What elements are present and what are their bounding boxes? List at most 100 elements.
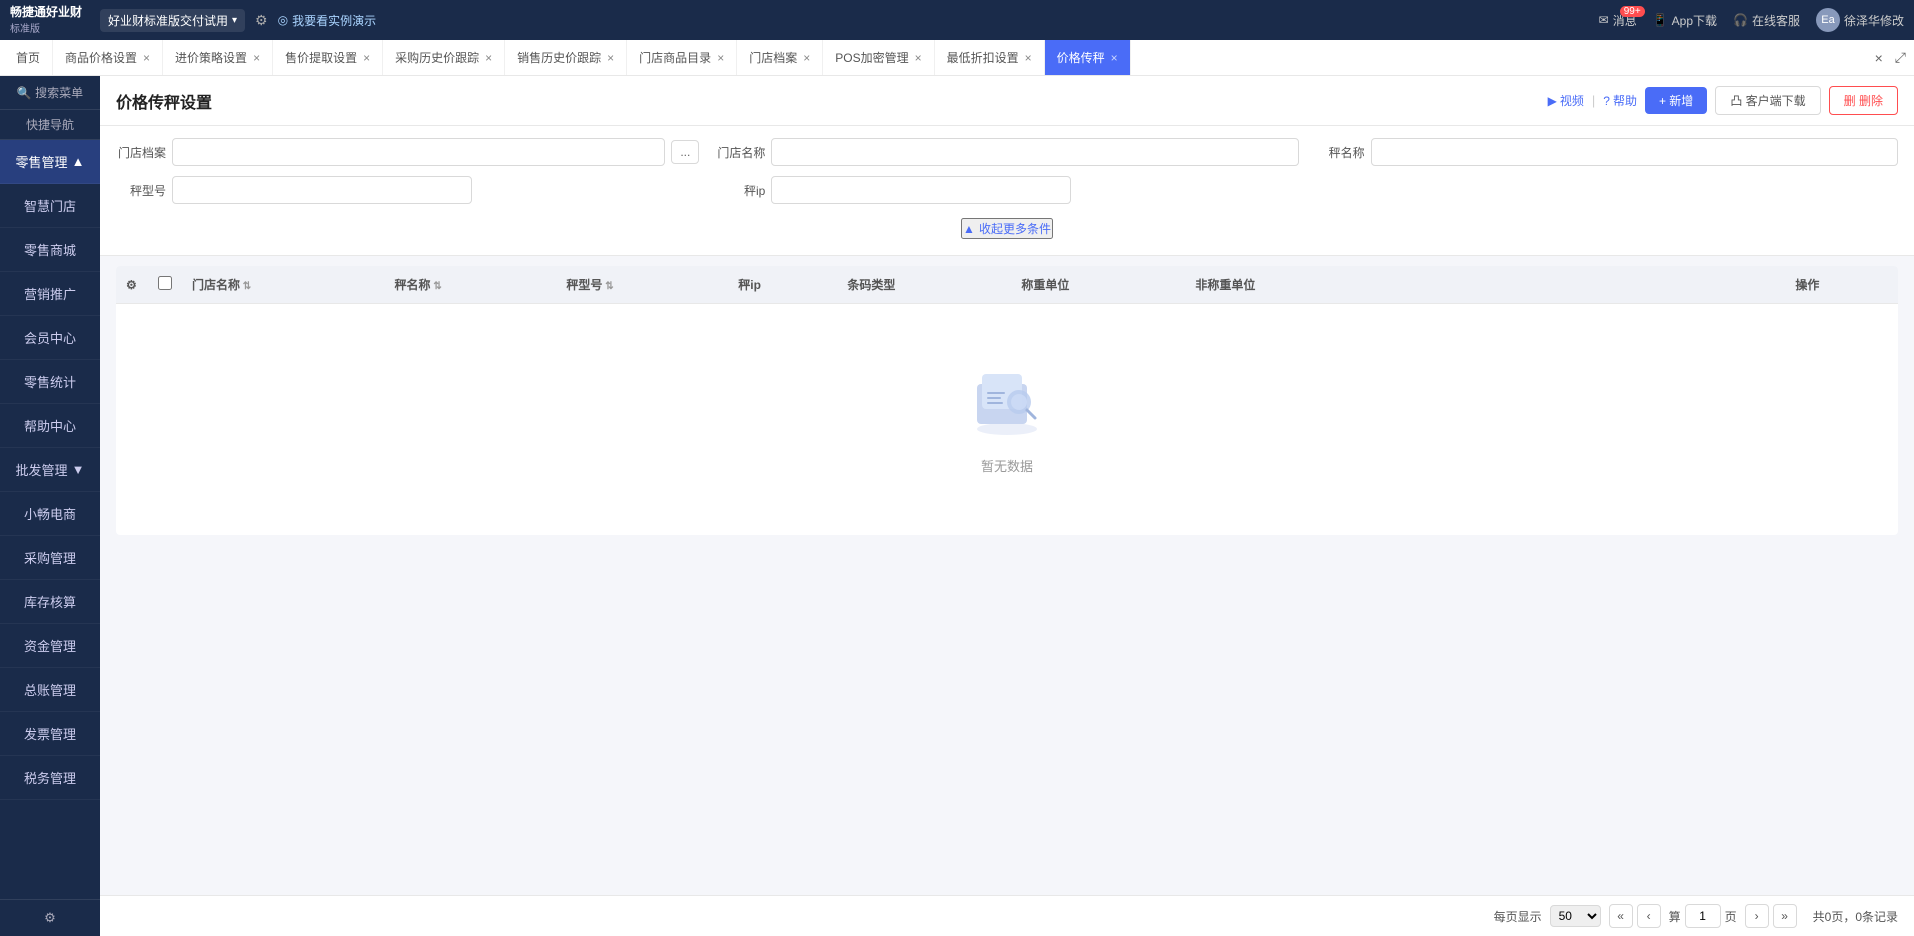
sidebar-item-finance[interactable]: 资金管理	[0, 624, 100, 668]
delete-button[interactable]: 删 删除	[1829, 86, 1898, 115]
prev-page-btn[interactable]: ‹	[1637, 904, 1661, 928]
collapse-btn[interactable]: ▲ 收起更多条件	[961, 218, 1053, 239]
table-header-row: ⚙ 门店名称 秤名称 秤型号 秤ip 条码类型 称重单位 非称重单位 操作	[116, 266, 1898, 304]
sidebar-item-retail-mall-label: 零售商城	[24, 243, 76, 258]
close-icon[interactable]: ×	[607, 51, 614, 65]
select-all-checkbox[interactable]	[158, 276, 172, 290]
close-icon[interactable]: ×	[1025, 51, 1032, 65]
store-archive-picker-btn[interactable]: ...	[671, 140, 699, 164]
download-button[interactable]: 凸 客户端下载	[1715, 86, 1820, 115]
delete-label: 删 删除	[1844, 92, 1883, 109]
per-page-select[interactable]: 50 10 20 100	[1550, 905, 1601, 927]
messages-btn[interactable]: ✉ 消息 99+	[1599, 12, 1637, 29]
app-download-btn[interactable]: 📱 App下载	[1653, 12, 1717, 29]
close-icon[interactable]: ×	[915, 51, 922, 65]
th-checkbox[interactable]	[148, 266, 182, 304]
separator: |	[1592, 93, 1595, 108]
close-icon[interactable]: ×	[143, 51, 150, 65]
tab-price-scale[interactable]: 价格传秤 ×	[1045, 40, 1131, 76]
tab-home[interactable]: 首页	[4, 40, 53, 76]
collapse-label: 收起更多条件	[979, 220, 1051, 237]
help-icon: ?	[1603, 94, 1610, 108]
close-tab-btn[interactable]: ×	[1871, 46, 1887, 70]
total-info: 共0页，0条记录	[1813, 908, 1898, 925]
page-input[interactable]	[1685, 904, 1721, 928]
page-info: 算 页	[1669, 904, 1737, 928]
last-page-btn[interactable]: »	[1773, 904, 1797, 928]
tab-product-price-label: 商品价格设置	[65, 49, 137, 66]
sidebar-item-help[interactable]: 帮助中心	[0, 404, 100, 448]
store-name-field: 门店名称	[715, 138, 1298, 166]
empty-text: 暂无数据	[981, 456, 1033, 475]
sidebar-item-wholesale[interactable]: 批发管理 ▼	[0, 448, 100, 492]
tab-pos-security[interactable]: POS加密管理 ×	[823, 40, 934, 76]
store-archive-input[interactable]	[172, 138, 665, 166]
user-menu[interactable]: Ea 徐泽华修改	[1816, 8, 1904, 32]
close-icon[interactable]: ×	[1111, 51, 1118, 65]
sidebar-item-retail-stats[interactable]: 零售统计	[0, 360, 100, 404]
th-store-name[interactable]: 门店名称	[182, 266, 385, 304]
sidebar-item-member[interactable]: 会员中心	[0, 316, 100, 360]
th-scale-name[interactable]: 秤名称	[385, 266, 557, 304]
tab-sale-price[interactable]: 售价提取设置 ×	[273, 40, 383, 76]
chevron-down-icon: ▼	[72, 462, 85, 477]
close-icon[interactable]: ×	[363, 51, 370, 65]
scale-ip-input[interactable]	[771, 176, 1071, 204]
tab-sale-price-label: 售价提取设置	[285, 49, 357, 66]
sidebar-item-marketing[interactable]: 营销推广	[0, 272, 100, 316]
sidebar-item-retail-mall[interactable]: 零售商城	[0, 228, 100, 272]
th-scale-model[interactable]: 秤型号	[556, 266, 728, 304]
last-page-icon: »	[1781, 909, 1788, 923]
help-link[interactable]: ? 帮助	[1603, 92, 1637, 109]
sidebar-item-purchase[interactable]: 采购管理	[0, 536, 100, 580]
sidebar-item-ledger[interactable]: 总账管理	[0, 668, 100, 712]
logo-area: 畅捷通好业财 标准版	[10, 5, 90, 34]
collapse-row: ▲ 收起更多条件	[116, 214, 1898, 243]
first-page-btn[interactable]: «	[1609, 904, 1633, 928]
sidebar-search-label: 搜索菜单	[35, 86, 83, 100]
tab-store-catalog[interactable]: 门店商品目录 ×	[627, 40, 737, 76]
sidebar-item-invoice[interactable]: 发票管理	[0, 712, 100, 756]
content-area: 价格传秤设置 ▶ 视频 | ? 帮助 + 新增 凸 客户端下载 删	[100, 76, 1914, 936]
scale-name-input[interactable]	[1371, 138, 1898, 166]
th-non-weight-unit: 非称重单位	[1185, 266, 1785, 304]
settings-icon[interactable]: ⚙	[255, 12, 268, 29]
page-label: 算	[1669, 908, 1681, 925]
sidebar-item-purchase-label: 采购管理	[24, 551, 76, 566]
th-settings[interactable]: ⚙	[116, 266, 148, 304]
demo-link[interactable]: ◎ 我要看实例演示	[278, 12, 377, 29]
sidebar-item-retail[interactable]: 零售管理 ▲	[0, 140, 100, 184]
close-icon[interactable]: ×	[803, 51, 810, 65]
logo-sub: 标准版	[10, 20, 40, 35]
close-icon[interactable]: ×	[253, 51, 260, 65]
tab-store-archive[interactable]: 门店档案 ×	[737, 40, 823, 76]
tab-sales-history[interactable]: 销售历史价跟踪 ×	[505, 40, 627, 76]
sidebar-item-tax[interactable]: 税务管理	[0, 756, 100, 800]
scale-model-input[interactable]	[172, 176, 472, 204]
sidebar-item-inventory[interactable]: 库存核算	[0, 580, 100, 624]
th-weight-unit: 称重单位	[1011, 266, 1185, 304]
sidebar-nav-label: 快捷导航	[26, 118, 74, 132]
tab-purchase-strategy[interactable]: 进价策略设置 ×	[163, 40, 273, 76]
empty-state: 暂无数据	[116, 304, 1898, 535]
close-icon[interactable]: ×	[717, 51, 724, 65]
tab-min-discount[interactable]: 最低折扣设置 ×	[935, 40, 1045, 76]
add-button[interactable]: + 新增	[1645, 87, 1707, 114]
sidebar-item-marketing-label: 营销推广	[24, 287, 76, 302]
close-icon[interactable]: ×	[485, 51, 492, 65]
sidebar-item-smart-store[interactable]: 智慧门店	[0, 184, 100, 228]
tab-product-price[interactable]: 商品价格设置 ×	[53, 40, 163, 76]
ellipsis-icon: ...	[680, 145, 690, 159]
online-service-btn[interactable]: 🎧 在线客服	[1733, 12, 1800, 29]
sidebar-item-invoice-label: 发票管理	[24, 727, 76, 742]
expand-tab-btn[interactable]: ⤢	[1891, 45, 1910, 70]
version-selector[interactable]: 好业财标准版交付试用 ▾	[100, 9, 245, 32]
video-link[interactable]: ▶ 视频	[1548, 92, 1584, 109]
sidebar-search[interactable]: 🔍 搜索菜单	[0, 76, 100, 110]
sidebar-item-ecommerce[interactable]: 小畅电商	[0, 492, 100, 536]
tab-purchase-history[interactable]: 采购历史价跟踪 ×	[383, 40, 505, 76]
sidebar-settings-btn[interactable]: ⚙	[0, 899, 100, 936]
sidebar-quick-nav[interactable]: 快捷导航	[0, 110, 100, 140]
next-page-btn[interactable]: ›	[1745, 904, 1769, 928]
store-name-input[interactable]	[771, 138, 1298, 166]
